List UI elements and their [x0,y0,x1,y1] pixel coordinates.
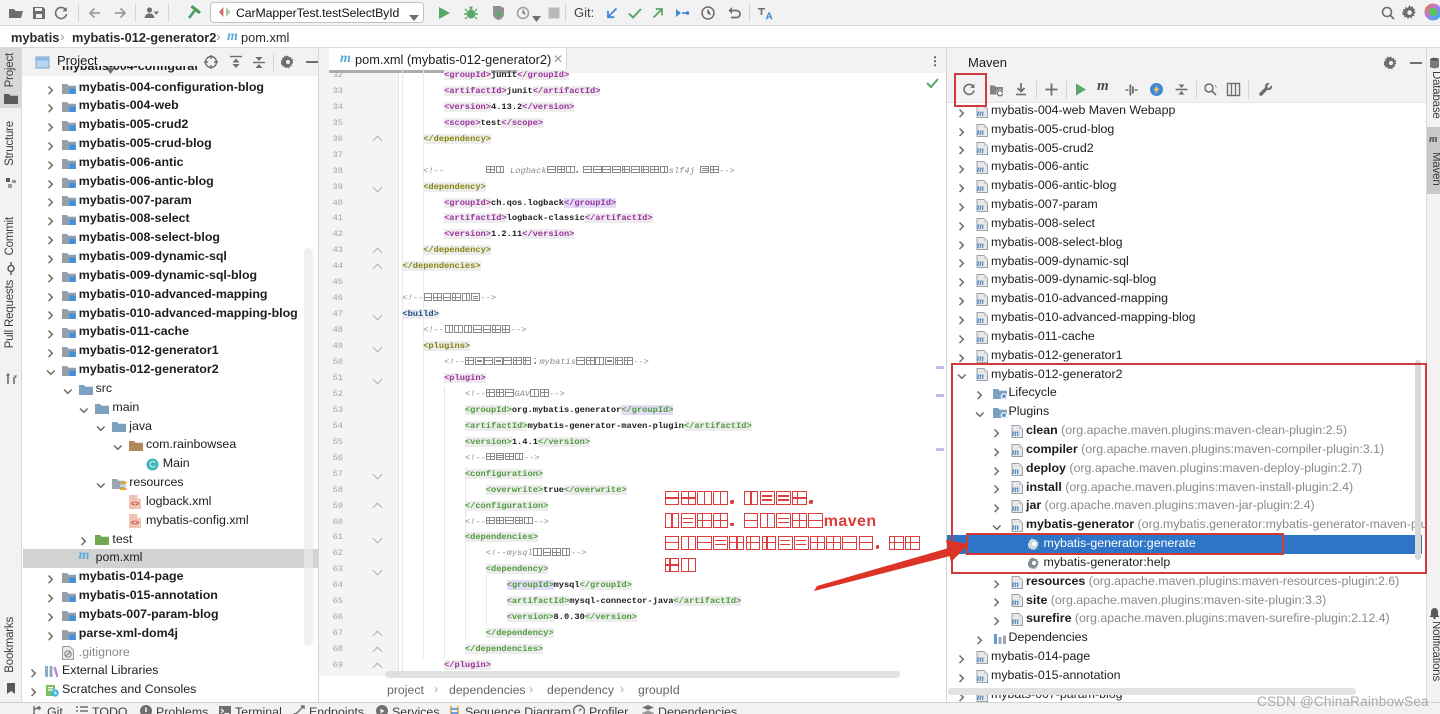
svg-text:<>: <> [131,520,139,528]
svg-text:C: C [149,460,156,470]
svg-text:<>: <> [131,501,139,509]
svg-text:A: A [766,12,773,22]
